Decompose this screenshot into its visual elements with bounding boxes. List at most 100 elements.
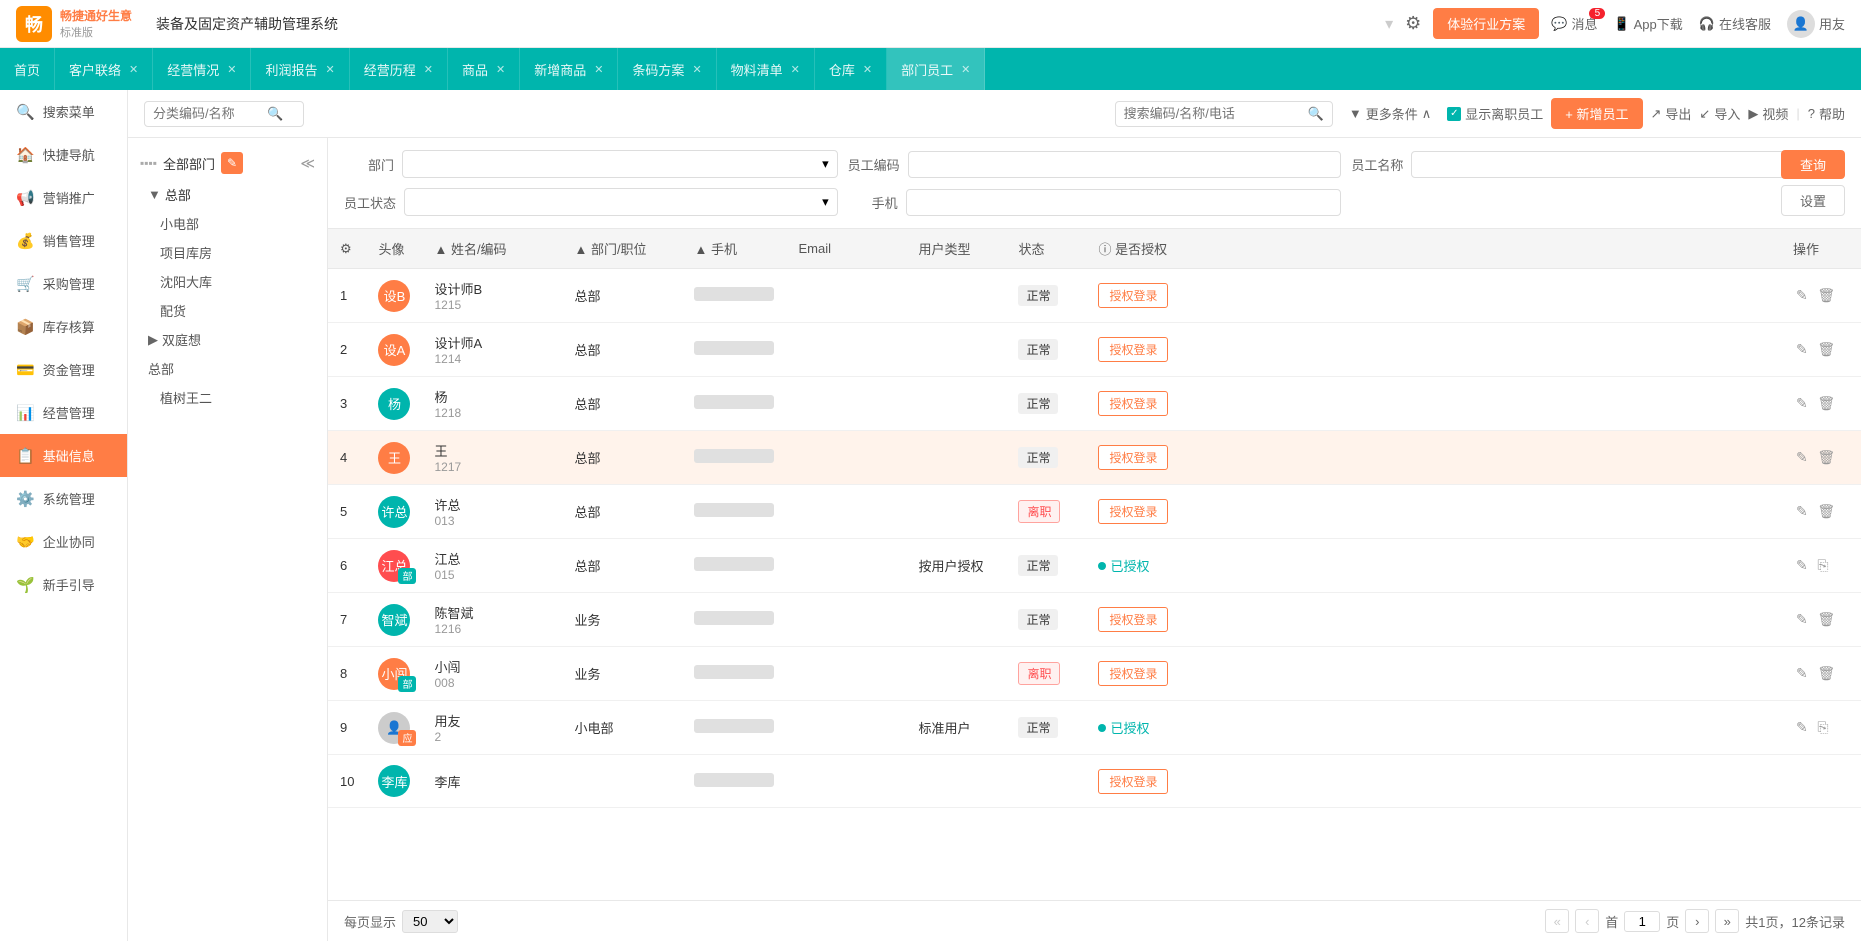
query-button[interactable]: 查询 [1781, 150, 1845, 179]
dept-item-shuangting[interactable]: ▶ 双庭想 [128, 325, 327, 354]
tab-dept-staff[interactable]: 部门员工✕ [887, 48, 985, 90]
first-page-btn[interactable]: « [1545, 909, 1569, 933]
user-btn[interactable]: 👤 用友 [1787, 10, 1845, 38]
edit-icon[interactable]: ✎ [1796, 557, 1808, 573]
system-dropdown-icon[interactable]: ▾ [1385, 14, 1393, 34]
tab-operation[interactable]: 经营情况✕ [153, 48, 251, 90]
emp-name-input[interactable] [1411, 151, 1845, 178]
tab-profit[interactable]: 利润报告✕ [251, 48, 349, 90]
phone-input[interactable] [906, 189, 1342, 216]
tab-new-goods[interactable]: 新增商品✕ [520, 48, 618, 90]
service-btn[interactable]: 🎧 在线客服 [1699, 14, 1771, 33]
try-btn[interactable]: 体验行业方案 [1433, 8, 1539, 39]
prev-page-btn[interactable]: ‹ [1575, 909, 1599, 933]
last-page-btn[interactable]: » [1715, 909, 1739, 933]
edit-icon[interactable]: ✎ [1796, 341, 1808, 357]
settings-icon[interactable]: ⚙ [1405, 13, 1421, 34]
classify-search-input[interactable] [153, 106, 263, 121]
th-phone[interactable]: ▲ 手机 [682, 229, 786, 269]
tab-warehouse[interactable]: 仓库✕ [815, 48, 887, 90]
td-user-type: 标准用户 [906, 701, 1006, 755]
app-download-btn[interactable]: 📱 App下载 [1613, 14, 1682, 33]
th-settings[interactable]: ⚙ [328, 229, 366, 269]
tab-bom[interactable]: 物料清单✕ [717, 48, 815, 90]
system-icon: ⚙️ [16, 490, 35, 508]
tab-home[interactable]: 首页 [0, 48, 55, 90]
more-filter-btn[interactable]: ▼ 更多条件 ∧ [1341, 100, 1439, 127]
edit-icon[interactable]: ✎ [1796, 719, 1808, 735]
sidebar-item-management[interactable]: 📊 经营管理 [0, 391, 127, 434]
help-btn[interactable]: ? 帮助 [1808, 104, 1845, 123]
sidebar-item-basic[interactable]: 📋 基础信息 [0, 434, 127, 477]
add-employee-button[interactable]: + 新增员工 [1551, 98, 1642, 129]
auth-login-btn[interactable]: 授权登录 [1098, 283, 1168, 308]
dept-item-zhishu[interactable]: 植树王二 [128, 383, 327, 412]
delete-icon[interactable]: 🗑 [1817, 503, 1835, 519]
video-btn[interactable]: ▶ 视频 [1748, 104, 1788, 123]
auth-login-btn[interactable]: 授权登录 [1098, 769, 1168, 794]
sidebar-item-finance[interactable]: 💳 资金管理 [0, 348, 127, 391]
show-resigned-checkbox[interactable]: ✓ [1447, 107, 1461, 121]
auth-login-btn[interactable]: 授权登录 [1098, 337, 1168, 362]
classify-search-box[interactable]: 🔍 [144, 101, 304, 127]
next-page-btn[interactable]: › [1685, 909, 1709, 933]
sidebar-item-collab[interactable]: 🤝 企业协同 [0, 520, 127, 563]
dept-collapse-btn[interactable]: ≪ [300, 155, 315, 172]
tab-goods[interactable]: 商品✕ [448, 48, 520, 90]
auth-login-btn[interactable]: 授权登录 [1098, 661, 1168, 686]
edit-icon[interactable]: ✎ [1796, 395, 1808, 411]
dept-item-zongbu-group[interactable]: ▼ 总部 [128, 180, 327, 209]
dept-item-xiao-dian[interactable]: 小电部 [128, 209, 327, 238]
delete-icon[interactable]: 🗑 [1817, 449, 1835, 465]
edit-icon[interactable]: ✎ [1796, 503, 1808, 519]
dept-item-zongbu[interactable]: 总部 [128, 354, 327, 383]
message-btn[interactable]: 💬 消息 5 [1551, 14, 1597, 33]
sidebar-item-system[interactable]: ⚙️ 系统管理 [0, 477, 127, 520]
dept-item-distribution[interactable]: 配货 [128, 296, 327, 325]
sidebar-item-marketing[interactable]: 📢 营销推广 [0, 176, 127, 219]
sidebar-item-guide[interactable]: 🌱 新手引导 [0, 563, 127, 606]
emp-code-input[interactable] [908, 151, 1342, 178]
employee-search-box[interactable]: 🔍 [1115, 101, 1333, 127]
sidebar-item-purchase[interactable]: 🛒 采购管理 [0, 262, 127, 305]
td-user-type [906, 377, 1006, 431]
tab-customer[interactable]: 客户联络✕ [55, 48, 153, 90]
dept-item-project[interactable]: 项目库房 [128, 238, 327, 267]
auth-login-btn[interactable]: 授权登录 [1098, 607, 1168, 632]
th-name[interactable]: ▲ 姓名/编码 [422, 229, 562, 269]
delete-icon[interactable]: 🗑 [1817, 341, 1835, 357]
edit-icon[interactable]: ✎ [1796, 611, 1808, 627]
export-btn[interactable]: ↗ 导出 [1651, 104, 1692, 123]
dept-edit-btn[interactable]: ✎ [221, 152, 243, 174]
delete-icon[interactable]: 🗑 [1817, 395, 1835, 411]
edit-icon[interactable]: ✎ [1796, 287, 1808, 303]
show-resigned-toggle[interactable]: ✓ 显示离职员工 [1447, 104, 1543, 123]
sidebar-item-sales[interactable]: 💰 销售管理 [0, 219, 127, 262]
th-dept[interactable]: ▲ 部门/职位 [562, 229, 682, 269]
auth-login-btn[interactable]: 授权登录 [1098, 445, 1168, 470]
edit-icon[interactable]: ✎ [1796, 665, 1808, 681]
copy-icon[interactable]: ⎘ [1817, 719, 1828, 735]
tab-barcode[interactable]: 条码方案✕ [618, 48, 716, 90]
dept-filter-select[interactable]: ▾ [402, 150, 838, 178]
dept-item-shenyang[interactable]: 沈阳大库 [128, 267, 327, 296]
delete-icon[interactable]: 🗑 [1817, 611, 1835, 627]
auth-login-btn[interactable]: 授权登录 [1098, 499, 1168, 524]
edit-icon[interactable]: ✎ [1796, 449, 1808, 465]
logo-text: 畅捷通好生意 标准版 [60, 7, 132, 40]
delete-icon[interactable]: 🗑 [1817, 287, 1835, 303]
copy-icon[interactable]: ⎘ [1817, 557, 1828, 573]
sidebar-item-search[interactable]: 🔍 搜索菜单 [0, 90, 127, 133]
sidebar-item-nav[interactable]: 🏠 快捷导航 [0, 133, 127, 176]
sidebar-item-inventory[interactable]: 📦 库存核算 [0, 305, 127, 348]
td-avatar: 智斌 [366, 593, 422, 647]
reset-button[interactable]: 设置 [1781, 185, 1845, 216]
delete-icon[interactable]: 🗑 [1817, 665, 1835, 681]
page-input[interactable] [1624, 911, 1660, 932]
tab-history[interactable]: 经营历程✕ [350, 48, 448, 90]
employee-search-input[interactable] [1124, 106, 1304, 121]
emp-status-select[interactable]: ▾ [404, 188, 838, 216]
auth-login-btn[interactable]: 授权登录 [1098, 391, 1168, 416]
per-page-select[interactable]: 50 20 100 [402, 910, 458, 933]
import-btn[interactable]: ↙ 导入 [1699, 104, 1740, 123]
